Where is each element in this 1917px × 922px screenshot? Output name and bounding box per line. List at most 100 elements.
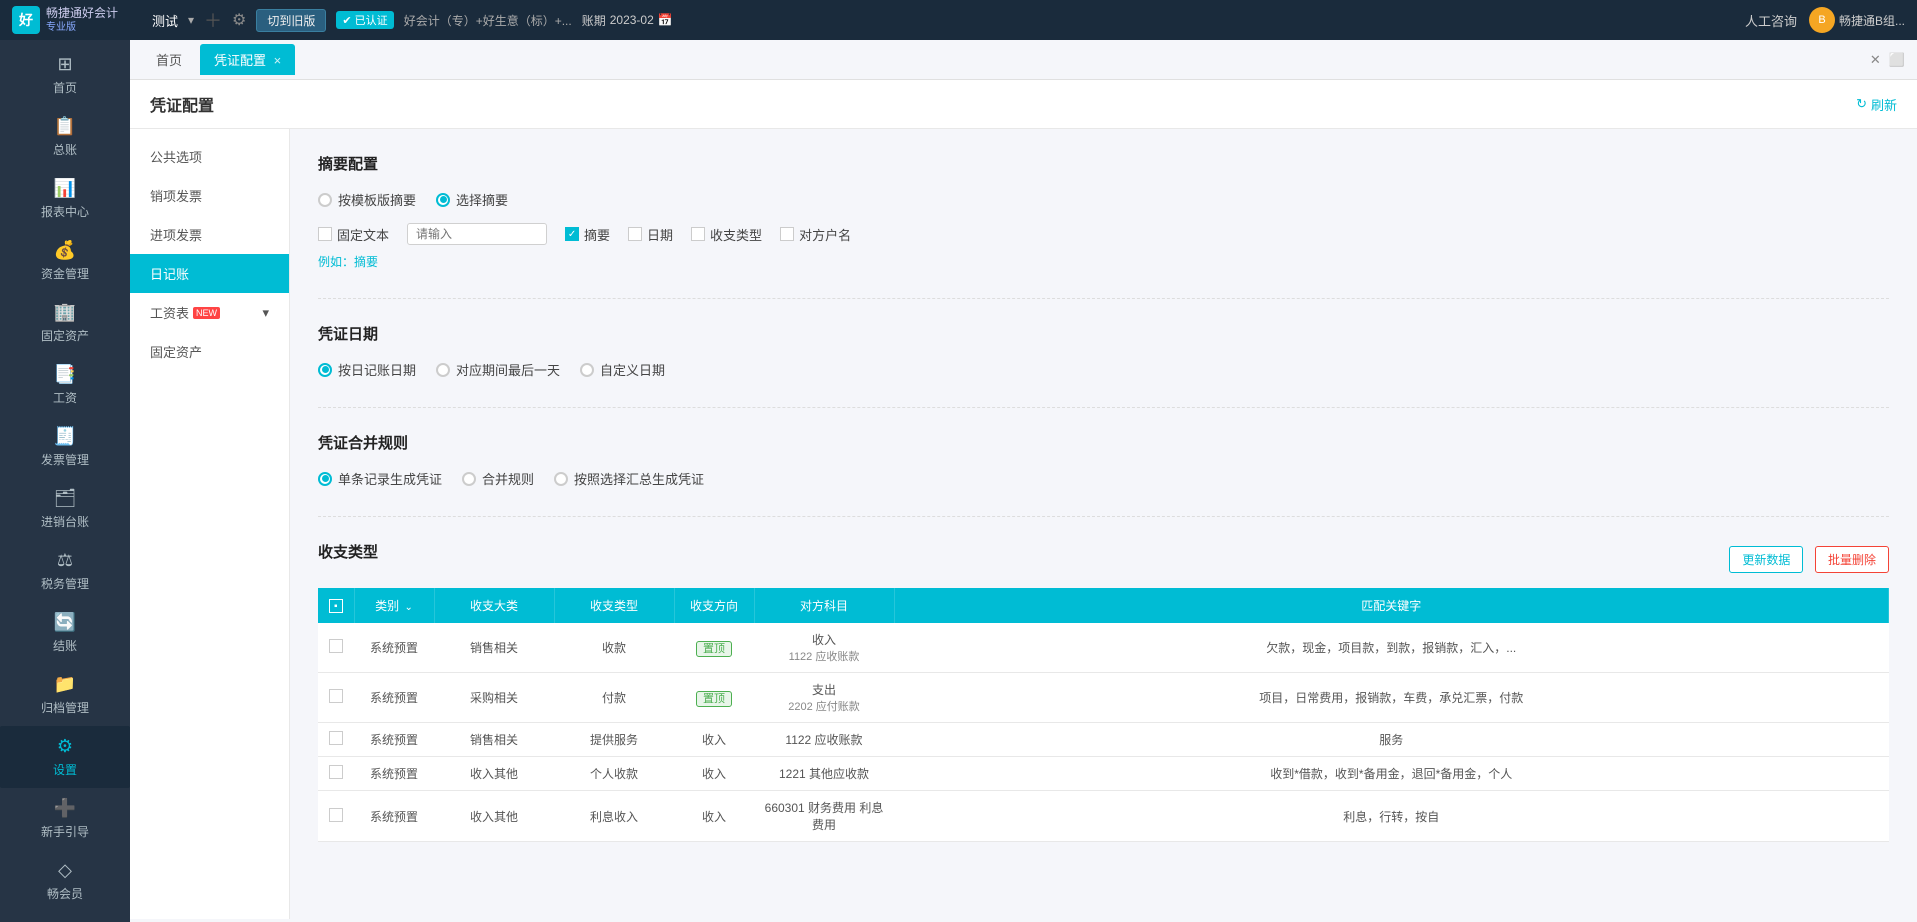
td-direction: 收入 <box>674 791 754 842</box>
ledger-icon: 📋 <box>54 116 76 137</box>
left-nav-payroll-table[interactable]: 工资表 NEW ▾ <box>130 293 289 332</box>
radio-select[interactable]: 选择摘要 <box>436 190 508 209</box>
td-checkbox[interactable] <box>318 623 354 673</box>
sidebar-item-settle[interactable]: 🔄 结账 <box>0 602 130 664</box>
sidebar-item-settings[interactable]: ⚙ 设置 <box>0 726 130 788</box>
checkbox-counterpart[interactable]: 对方户名 <box>780 225 851 244</box>
td-bigtype: 采购相关 <box>434 673 554 723</box>
company-dropdown[interactable]: ▾ <box>188 13 194 27</box>
product-tags: 好会计（专）+好生意（标）+... <box>404 12 572 29</box>
sidebar: ⊞ 首页 📋 总账 📊 报表中心 💰 资金管理 🏢 固定资产 📑 工资 🧾 发票… <box>0 40 130 922</box>
sidebar-item-reports[interactable]: 📊 报表中心 <box>0 168 130 230</box>
settings-icon[interactable]: ⚙ <box>232 10 246 30</box>
radio-template[interactable]: 按模板版摘要 <box>318 190 416 209</box>
table-head-row: ▪ 类别 ⌄ 收支大类 收支类型 收支方向 对方科目 匹配关键字 <box>318 588 1889 623</box>
td-bigtype: 收入其他 <box>434 757 554 791</box>
tab-close-window[interactable]: ✕ <box>1870 52 1881 68</box>
radio-single[interactable]: 单条记录生成凭证 <box>318 469 442 488</box>
journal-date-label: 按日记账日期 <box>338 360 416 379</box>
sidebar-item-home[interactable]: ⊞ 首页 <box>0 44 130 106</box>
sidebar-item-ledger[interactable]: 📋 总账 <box>0 106 130 168</box>
user-menu[interactable]: B 畅捷通B组... <box>1809 7 1905 33</box>
td-category: 系统预置 <box>354 673 434 723</box>
sidebar-item-purchase[interactable]: 🗂 进销台账 <box>0 478 130 540</box>
content-area: 首页 凭证配置 × ✕ ⬜ 凭证配置 ↻ 刷新 公共选项 销项发 <box>130 40 1917 922</box>
tab-home[interactable]: 首页 <box>142 44 196 75</box>
sidebar-label-assets: 固定资产 <box>41 327 89 344</box>
sidebar-label-reports: 报表中心 <box>41 203 89 220</box>
checkbox-summary[interactable]: ✓ 摘要 <box>565 225 610 244</box>
sidebar-item-tax[interactable]: ⚖ 税务管理 <box>0 540 130 602</box>
calendar-icon[interactable]: 📅 <box>658 13 673 27</box>
left-nav-journal[interactable]: 日记账 <box>130 254 289 293</box>
table-body: 系统预置 销售相关 收款 置顶 收入1122 应收账款 欠款，现金，项目款，到款… <box>318 623 1889 842</box>
sidebar-label-member: 畅会员 <box>47 885 83 902</box>
custom-date-label: 自定义日期 <box>600 360 665 379</box>
sidebar-item-member[interactable]: ◇ 畅会员 <box>0 850 130 912</box>
settings-gear-icon: ⚙ <box>57 736 73 757</box>
guide-icon: ➕ <box>54 798 76 819</box>
sort-icon: ⌄ <box>404 602 412 613</box>
settle-icon: 🔄 <box>54 612 76 633</box>
company-name[interactable]: 测试 <box>152 11 178 30</box>
radio-period-last[interactable]: 对应期间最后一天 <box>436 360 560 379</box>
support-link[interactable]: 人工咨询 <box>1745 11 1797 30</box>
radio-journal-date[interactable]: 按日记账日期 <box>318 360 416 379</box>
left-nav-purchase-invoice[interactable]: 进项发票 <box>130 215 289 254</box>
td-type: 收款 <box>554 623 674 673</box>
sidebar-item-archive[interactable]: 📁 归档管理 <box>0 664 130 726</box>
checkbox-box-date <box>628 227 642 241</box>
td-checkbox[interactable] <box>318 723 354 757</box>
td-checkbox[interactable] <box>318 673 354 723</box>
new-badge: NEW <box>193 307 220 319</box>
th-checkbox[interactable]: ▪ <box>318 588 354 623</box>
add-icon[interactable]: ＋ <box>204 7 222 33</box>
td-checkbox[interactable] <box>318 791 354 842</box>
radio-merge[interactable]: 合并规则 <box>462 469 534 488</box>
sidebar-item-assets[interactable]: 🏢 固定资产 <box>0 292 130 354</box>
checkbox-date[interactable]: 日期 <box>628 225 673 244</box>
example-text: 例如：摘要 <box>318 253 1889 270</box>
user-name: 畅捷通B组... <box>1839 12 1905 29</box>
main-layout: ⊞ 首页 📋 总账 📊 报表中心 💰 资金管理 🏢 固定资产 📑 工资 🧾 发票… <box>0 40 1917 922</box>
update-data-button[interactable]: 更新数据 <box>1729 546 1803 573</box>
left-nav-sales-invoice[interactable]: 销项发票 <box>130 176 289 215</box>
sidebar-label-archive: 归档管理 <box>41 699 89 716</box>
income-expense-title: 收支类型 <box>318 541 378 562</box>
fixed-text-input[interactable] <box>407 223 547 245</box>
table-head: ▪ 类别 ⌄ 收支大类 收支类型 收支方向 对方科目 匹配关键字 <box>318 588 1889 623</box>
left-nav: 公共选项 销项发票 进项发票 日记账 工资表 NEW ▾ 固定资产 <box>130 129 290 919</box>
refresh-button[interactable]: ↻ 刷新 <box>1856 95 1897 114</box>
td-account: 1122 应收账款 <box>754 723 894 757</box>
td-checkbox[interactable] <box>318 757 354 791</box>
checkbox-fixed-text[interactable]: 固定文本 <box>318 225 389 244</box>
left-nav-fixed-assets[interactable]: 固定资产 <box>130 332 289 371</box>
batch-delete-button[interactable]: 批量删除 <box>1815 546 1889 573</box>
sidebar-item-guide[interactable]: ➕ 新手引导 <box>0 788 130 850</box>
left-nav-public[interactable]: 公共选项 <box>130 137 289 176</box>
sidebar-item-payroll[interactable]: 📑 工资 <box>0 354 130 416</box>
sidebar-item-invoice[interactable]: 🧾 发票管理 <box>0 416 130 478</box>
tab-voucher-config[interactable]: 凭证配置 × <box>200 44 295 75</box>
table-row: 系统预置 收入其他 个人收款 收入 1221 其他应收款 收到*借款，收到*备用… <box>318 757 1889 791</box>
td-category: 系统预置 <box>354 723 434 757</box>
radio-custom-date[interactable]: 自定义日期 <box>580 360 665 379</box>
radio-select-total[interactable]: 按照选择汇总生成凭证 <box>554 469 704 488</box>
tab-close-icon[interactable]: × <box>274 53 282 68</box>
td-direction: 收入 <box>674 757 754 791</box>
sidebar-item-funds[interactable]: 💰 资金管理 <box>0 230 130 292</box>
table-action-buttons: 更新数据 批量删除 <box>1729 546 1889 573</box>
sidebar-label-funds: 资金管理 <box>41 265 89 282</box>
td-type: 付款 <box>554 673 674 723</box>
summary-config-title: 摘要配置 <box>318 153 1889 174</box>
tab-expand-window[interactable]: ⬜ <box>1889 52 1905 68</box>
checkbox-type[interactable]: 收支类型 <box>691 225 762 244</box>
direction-tag: 置顶 <box>696 691 732 707</box>
td-direction: 置顶 <box>674 623 754 673</box>
radio-select-label: 选择摘要 <box>456 190 508 209</box>
th-direction: 收支方向 <box>674 588 754 623</box>
td-keyword: 项目，日常费用，报销款，车费，承兑汇票，付款 <box>894 673 1889 723</box>
select-all-checkbox[interactable]: ▪ <box>329 599 343 613</box>
th-bigtype: 收支大类 <box>434 588 554 623</box>
switch-version-button[interactable]: 切到旧版 <box>256 9 326 32</box>
